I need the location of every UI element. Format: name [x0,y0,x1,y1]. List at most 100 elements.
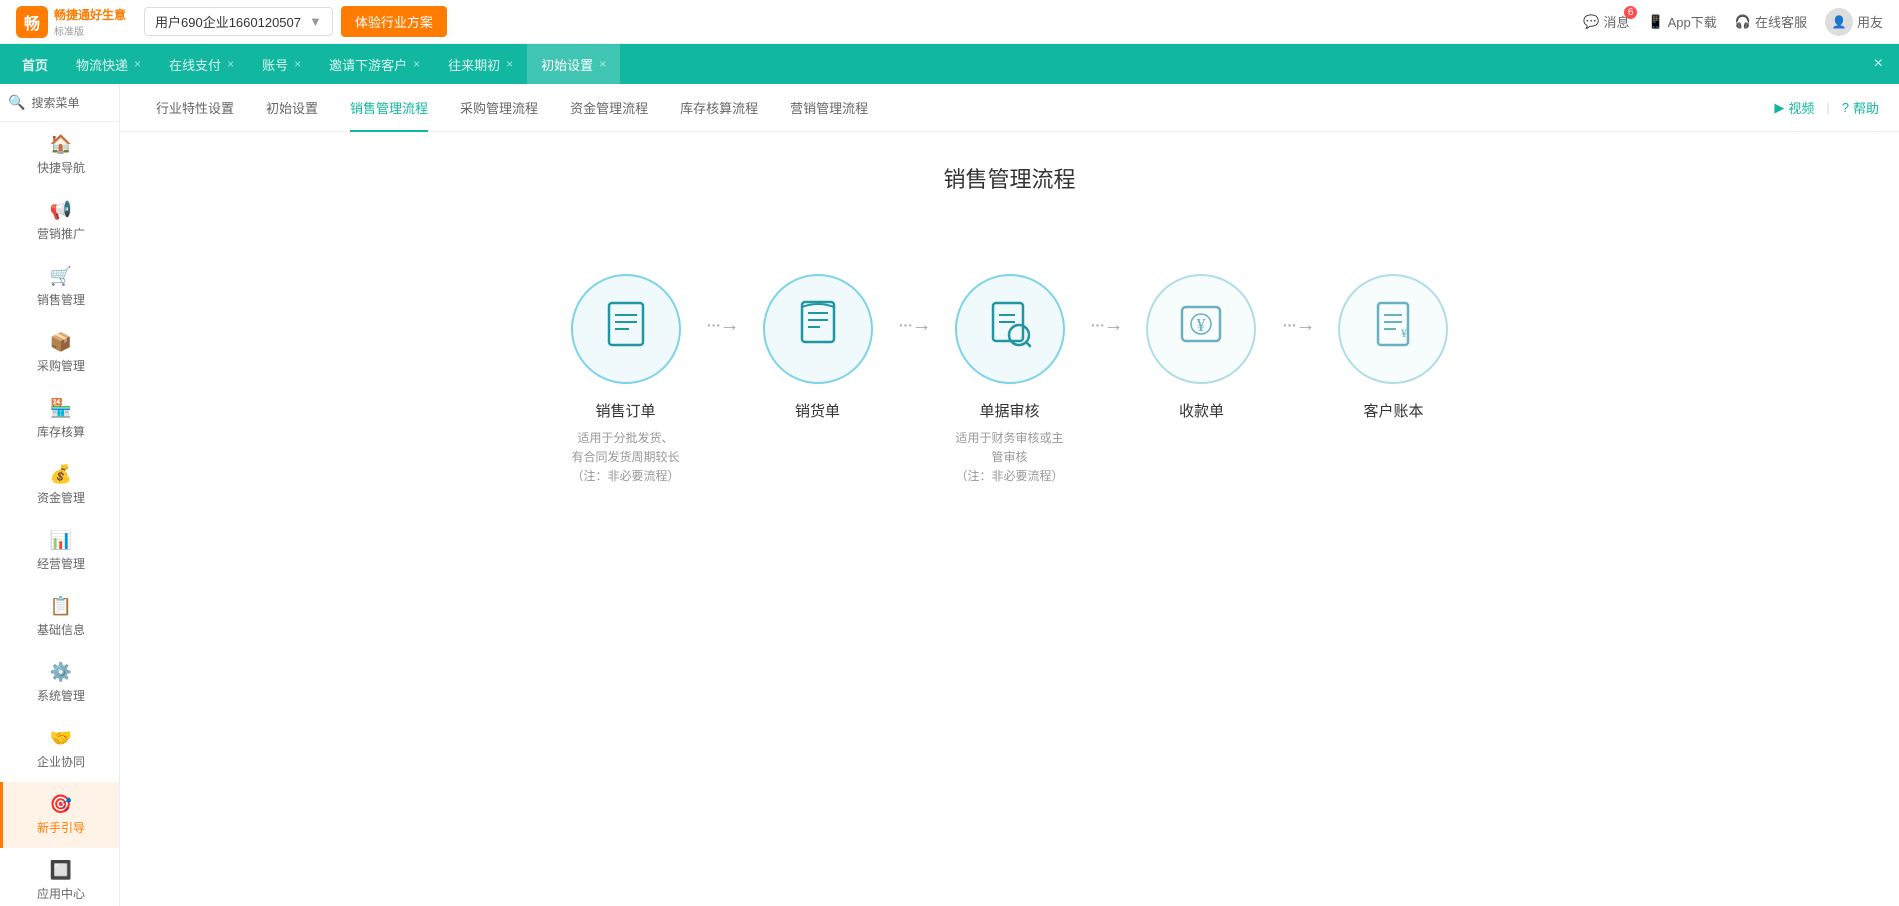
svg-text:¥: ¥ [1197,315,1206,335]
nav-tab-period[interactable]: 往来期初 × [434,44,527,84]
sidebar-item-label: 库存核算 [37,423,85,440]
sidebar-item-enterprise[interactable]: 🤝 企业协同 [0,716,119,782]
sub-tabs: 行业特性设置 初始设置 销售管理流程 采购管理流程 资金管理流程 库存核算流程 … [120,84,1899,132]
flow-step-ledger: ¥ 客户账本 [1313,274,1473,429]
sidebar-item-app-center[interactable]: 🔲 应用中心 [0,848,119,906]
video-icon: ▶ [1774,100,1784,116]
subtab-finance-flow[interactable]: 资金管理流程 [554,84,664,132]
app-download-item[interactable]: 📱 App下载 [1647,12,1716,31]
step-circle-review [955,274,1065,384]
sidebar-item-label: 系统管理 [37,687,85,704]
search-label: 搜索菜单 [31,94,79,111]
sidebar-item-system[interactable]: ⚙️ 系统管理 [0,650,119,716]
sidebar-item-purchase[interactable]: 📦 采购管理 [0,320,119,386]
flow-step-receipt: ¥ 收款单 [1121,274,1281,429]
trial-button[interactable]: 体验行业方案 [341,6,447,37]
step-name-invoice: 销货单 [795,400,840,421]
step-icon-review [985,299,1035,359]
subtab-sales-flow[interactable]: 销售管理流程 [334,84,444,132]
help-icon: ? [1842,100,1849,115]
sidebar-search[interactable]: 🔍 搜索菜单 [0,84,119,122]
sidebar-item-label: 应用中心 [37,885,85,902]
nav-tab-home[interactable]: 首页 [8,44,62,84]
subtab-purchase-flow[interactable]: 采购管理流程 [444,84,554,132]
close-tab-icon[interactable]: × [227,57,234,71]
basic-info-icon: 📋 [50,596,72,617]
sidebar-item-operations[interactable]: 📊 经营管理 [0,518,119,584]
username: 用友 [1857,12,1883,31]
divider: | [1826,100,1829,115]
sidebar-item-label: 企业协同 [37,753,85,770]
flow-arrow-2: ···→ [898,274,930,337]
help-link[interactable]: ? 帮助 [1842,98,1879,117]
subtab-actions: ▶ 视频 | ? 帮助 [1774,98,1879,117]
subtab-marketing-flow[interactable]: 营销管理流程 [774,84,884,132]
flow-step-sales-order: 销售订单 适用于分批发货、有合同发货周期较长（注：非必要流程） [546,274,706,487]
step-name-review: 单据审核 [979,400,1039,421]
message-icon: 💬 [1583,14,1599,30]
close-tab-icon[interactable]: × [599,57,606,71]
sidebar-item-label: 营销推广 [37,225,85,242]
close-tab-icon[interactable]: × [413,57,420,71]
purchase-icon: 📦 [50,332,72,353]
nav-tab-logistics[interactable]: 物流快递 × [62,44,155,84]
nav-tab-account[interactable]: 账号 × [248,44,315,84]
flow-arrow-1: ···→ [706,274,738,337]
logo-area: 畅 畅捷通好生意 标准版 [16,6,136,38]
sidebar-item-label: 经营管理 [37,555,85,572]
top-bar: 畅 畅捷通好生意 标准版 用户690企业1660120507 ▼ 体验行业方案 … [0,0,1899,44]
step-name-receipt: 收款单 [1179,400,1224,421]
page-title: 销售管理流程 [140,162,1879,194]
flow-step-review: 单据审核 适用于财务审核或主管审核（注：非必要流程） [930,274,1090,487]
help-label: 帮助 [1853,98,1879,117]
step-name-sales-order: 销售订单 [596,400,656,421]
sidebar-item-finance[interactable]: 💰 资金管理 [0,452,119,518]
sidebar: 🔍 搜索菜单 🏠 快捷导航 📢 营销推广 🛒 销售管理 📦 采购管理 🏪 库存核… [0,84,120,906]
close-tab-icon[interactable]: × [134,57,141,71]
dropdown-arrow-icon: ▼ [309,14,322,29]
close-all-tabs-button[interactable]: × [1866,55,1891,73]
subtab-industry[interactable]: 行业特性设置 [140,84,250,132]
message-item[interactable]: 💬 消息 6 [1583,12,1629,31]
operations-icon: 📊 [50,530,72,551]
video-label: 视频 [1788,98,1814,117]
finance-icon: 💰 [50,464,72,485]
sidebar-item-label: 销售管理 [37,291,85,308]
user-selector[interactable]: 用户690企业1660120507 ▼ [144,7,333,36]
subtab-init[interactable]: 初始设置 [250,84,334,132]
guide-icon: 🎯 [50,794,72,815]
sidebar-item-basic-info[interactable]: 📋 基础信息 [0,584,119,650]
svg-text:¥: ¥ [1401,326,1407,340]
flow-step-invoice: 销货单 [738,274,898,429]
sidebar-item-marketing[interactable]: 📢 营销推广 [0,188,119,254]
step-desc-sales-order: 适用于分批发货、有合同发货周期较长（注：非必要流程） [572,429,680,487]
app-label: App下载 [1668,12,1717,31]
step-icon-ledger: ¥ [1368,299,1418,359]
logo-icon: 畅 [16,6,48,38]
sidebar-item-guide[interactable]: 🎯 新手引导 [0,782,119,848]
service-label: 在线客服 [1755,12,1807,31]
step-icon-receipt: ¥ [1176,299,1226,359]
flow-arrow-3: ···→ [1090,274,1122,337]
sidebar-item-inventory[interactable]: 🏪 库存核算 [0,386,119,452]
nav-tab-init[interactable]: 初始设置 × [527,44,620,84]
sales-icon: 🛒 [50,266,72,287]
user-avatar-item[interactable]: 👤 用友 [1825,8,1883,36]
nav-tab-payment[interactable]: 在线支付 × [155,44,248,84]
flow-arrow-4: ···→ [1281,274,1313,337]
flow-diagram: 销售订单 适用于分批发货、有合同发货周期较长（注：非必要流程） ···→ [140,254,1879,507]
video-link[interactable]: ▶ 视频 [1774,98,1814,117]
sidebar-item-label: 基础信息 [37,621,85,638]
subtab-inventory-flow[interactable]: 库存核算流程 [664,84,774,132]
avatar: 👤 [1825,8,1853,36]
page-content: 销售管理流程 销售订 [120,132,1899,906]
nav-tabs: 首页 物流快递 × 在线支付 × 账号 × 邀请下游客户 × 往来期初 × 初始… [0,44,1899,84]
sidebar-item-sales[interactable]: 🛒 销售管理 [0,254,119,320]
user-label: 用户690企业1660120507 [155,12,301,31]
content-area: 行业特性设置 初始设置 销售管理流程 采购管理流程 资金管理流程 库存核算流程 … [120,84,1899,906]
close-tab-icon[interactable]: × [506,57,513,71]
sidebar-item-quick-nav[interactable]: 🏠 快捷导航 [0,122,119,188]
online-service-item[interactable]: 🎧 在线客服 [1735,12,1807,31]
nav-tab-invite[interactable]: 邀请下游客户 × [315,44,434,84]
close-tab-icon[interactable]: × [294,57,301,71]
